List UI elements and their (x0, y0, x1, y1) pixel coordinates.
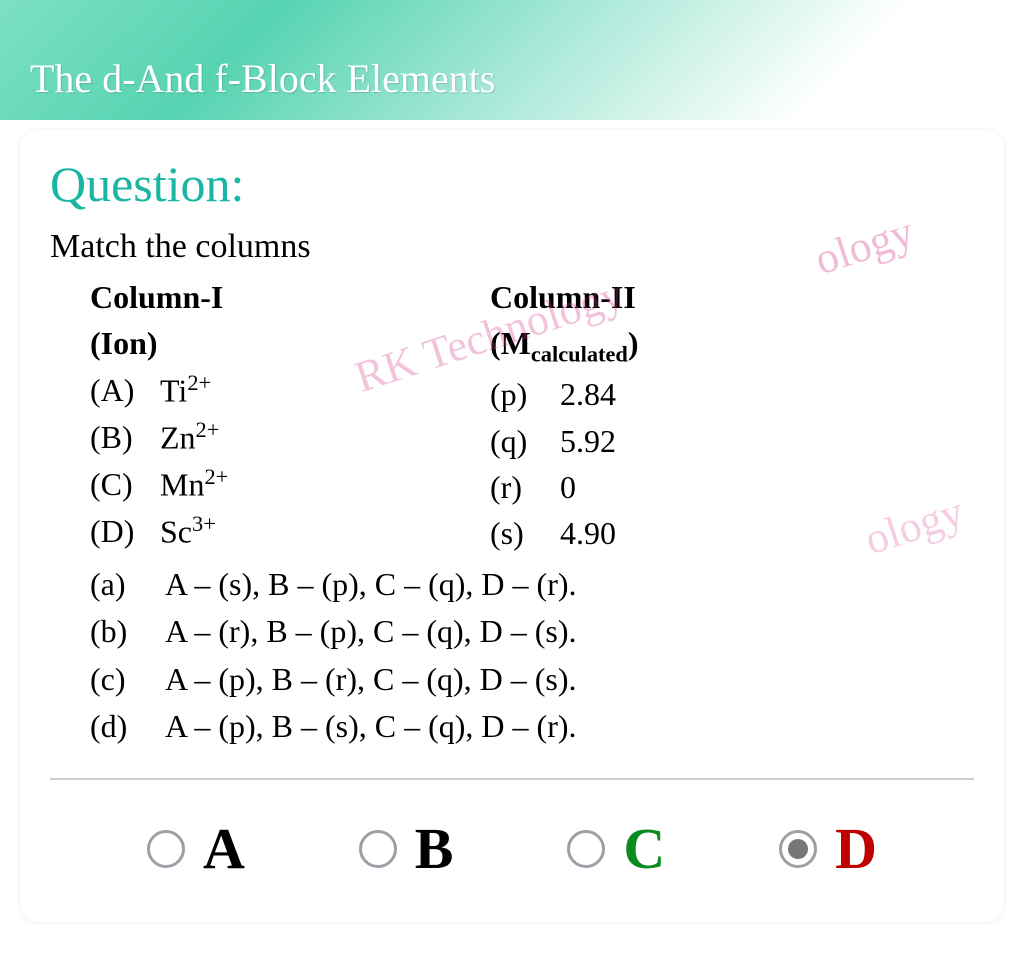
option-b: (b) A – (r), B – (p), C – (q), D – (s). (90, 608, 974, 655)
answer-choice-b[interactable]: B (359, 815, 454, 882)
option-d-key: (d) (90, 703, 165, 750)
divider (50, 778, 974, 780)
col1-row-c: (C) Mn2+ (90, 461, 490, 508)
col2-val-r: 0 (560, 464, 576, 510)
col2-val-p: 2.84 (560, 371, 616, 417)
option-a-text: A – (s), B – (p), C – (q), D – (r). (165, 561, 577, 608)
option-a: (a) A – (s), B – (p), C – (q), D – (r). (90, 561, 974, 608)
column-2-subheader: (Mcalculated) (490, 320, 790, 371)
column-2: Column-II (Mcalculated) (p) 2.84 (q) 5.9… (490, 274, 790, 557)
col2-key-s: (s) (490, 510, 560, 556)
header-banner: The d-And f-Block Elements (0, 0, 1024, 120)
col2-key-p: (p) (490, 371, 560, 417)
answer-choice-d[interactable]: D (779, 815, 877, 882)
answer-label-d: D (835, 815, 877, 882)
option-c-text: A – (p), B – (r), C – (q), D – (s). (165, 656, 577, 703)
option-d-text: A – (p), B – (s), C – (q), D – (r). (165, 703, 577, 750)
option-b-text: A – (r), B – (p), C – (q), D – (s). (165, 608, 577, 655)
col2-val-q: 5.92 (560, 418, 616, 464)
col2-row-r: (r) 0 (490, 464, 790, 510)
radio-c[interactable] (567, 830, 605, 868)
answer-options-list: (a) A – (s), B – (p), C – (q), D – (r). … (90, 561, 974, 750)
col1-key-d: (D) (90, 508, 160, 555)
col2-key-r: (r) (490, 464, 560, 510)
radio-a[interactable] (147, 830, 185, 868)
question-card: ology RK Technology ology Question: Matc… (20, 130, 1004, 922)
answer-label-b: B (415, 815, 454, 882)
col2-row-q: (q) 5.92 (490, 418, 790, 464)
col1-row-d: (D) Sc3+ (90, 508, 490, 555)
radio-b[interactable] (359, 830, 397, 868)
col2-val-s: 4.90 (560, 510, 616, 556)
col1-key-c: (C) (90, 461, 160, 508)
col1-val-d: Sc3+ (160, 508, 216, 555)
col2-key-q: (q) (490, 418, 560, 464)
radio-d[interactable] (779, 830, 817, 868)
column-1-subheader: (Ion) (90, 320, 490, 366)
col1-row-a: (A) Ti2+ (90, 367, 490, 414)
col1-val-b: Zn2+ (160, 414, 219, 461)
answer-label-a: A (203, 815, 245, 882)
option-c: (c) A – (p), B – (r), C – (q), D – (s). (90, 656, 974, 703)
column-2-header: Column-II (490, 274, 790, 320)
question-prompt: Match the columns (50, 228, 974, 266)
col2-row-s: (s) 4.90 (490, 510, 790, 556)
col1-val-a: Ti2+ (160, 367, 211, 414)
answer-choice-a[interactable]: A (147, 815, 245, 882)
option-d: (d) A – (p), B – (s), C – (q), D – (r). (90, 703, 974, 750)
col2-row-p: (p) 2.84 (490, 371, 790, 417)
match-columns: Column-I (Ion) (A) Ti2+ (B) Zn2+ (C) Mn2… (90, 274, 974, 557)
col1-key-a: (A) (90, 367, 160, 414)
option-b-key: (b) (90, 608, 165, 655)
option-c-key: (c) (90, 656, 165, 703)
col1-key-b: (B) (90, 414, 160, 461)
column-1: Column-I (Ion) (A) Ti2+ (B) Zn2+ (C) Mn2… (90, 274, 490, 557)
column-1-header: Column-I (90, 274, 490, 320)
answer-label-c: C (623, 815, 665, 882)
option-a-key: (a) (90, 561, 165, 608)
question-heading: Question: (50, 155, 974, 213)
col1-row-b: (B) Zn2+ (90, 414, 490, 461)
chapter-title: The d-And f-Block Elements (30, 55, 1024, 102)
answer-radio-group: A B C D (50, 815, 974, 882)
answer-choice-c[interactable]: C (567, 815, 665, 882)
col1-val-c: Mn2+ (160, 461, 228, 508)
